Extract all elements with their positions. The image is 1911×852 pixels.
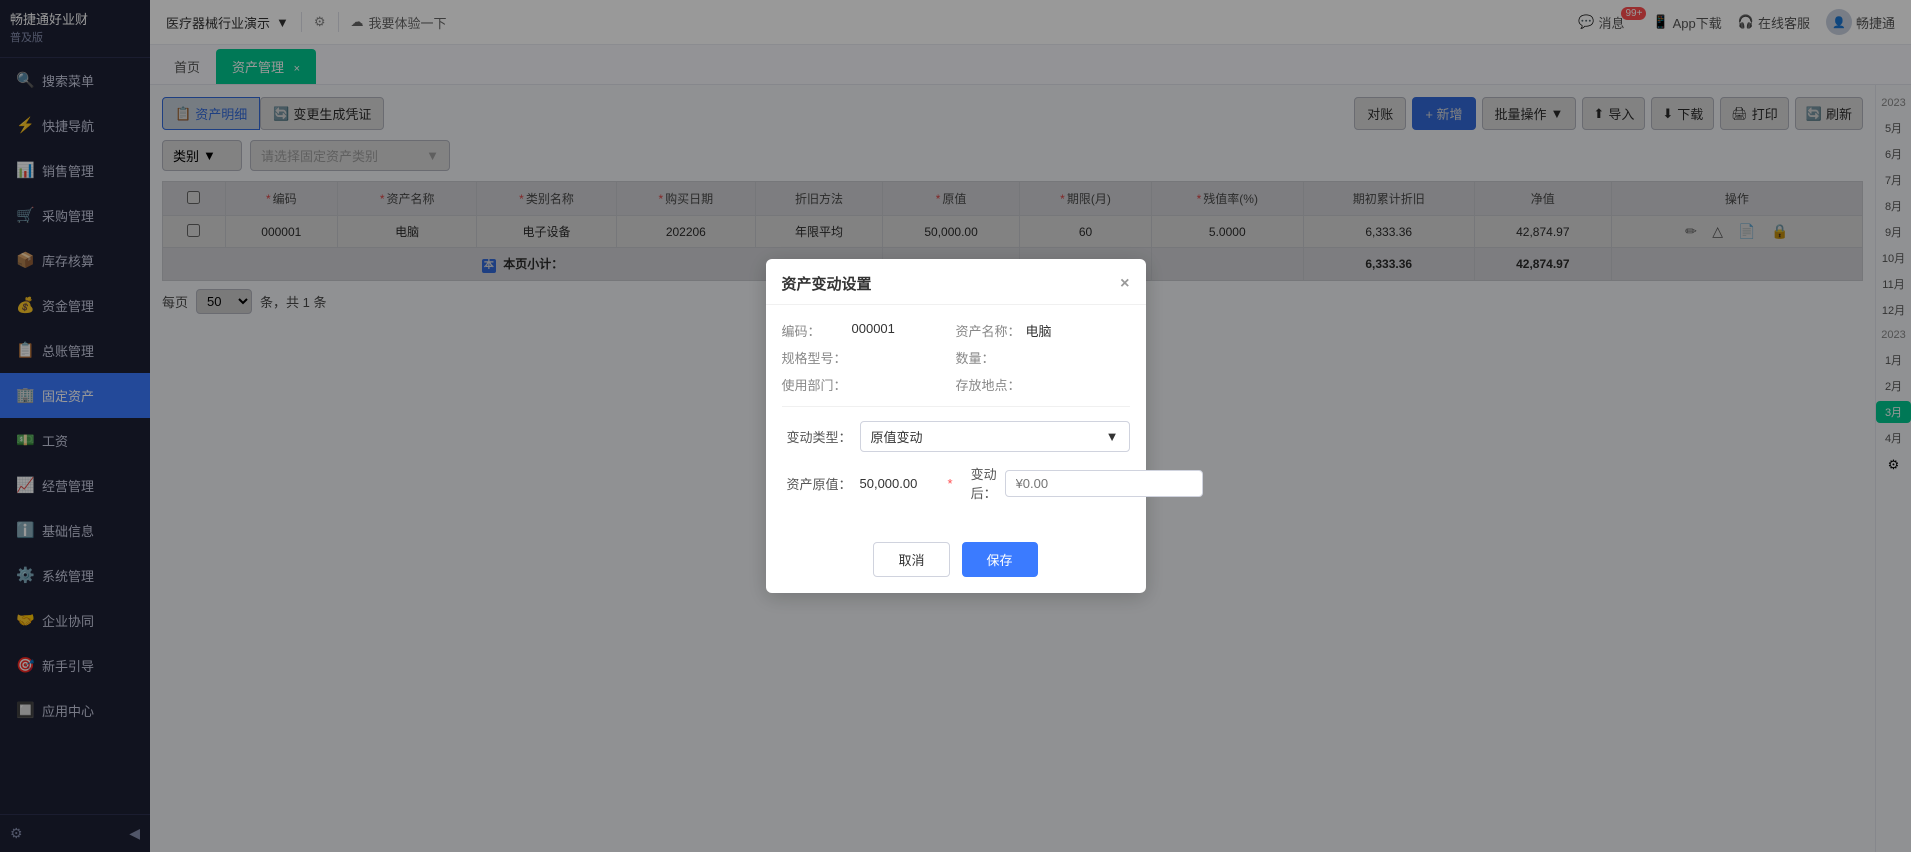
quantity-label: 数量： — [956, 348, 1026, 367]
dialog-title: 资产变动设置 — [782, 273, 872, 294]
dialog-divider — [782, 406, 1130, 407]
location-label: 存放地点： — [956, 375, 1026, 394]
dialog-quantity-field: 数量： — [956, 348, 1130, 367]
dialog-name-field: 资产名称： 电脑 — [956, 321, 1130, 340]
code-label: 编码： — [782, 321, 852, 340]
change-type-arrow-icon: ▼ — [1106, 429, 1119, 444]
name-label: 资产名称： — [956, 321, 1026, 340]
dialog-info-grid: 编码： 000001 资产名称： 电脑 规格型号： 数量： 使用部门： — [782, 321, 1130, 394]
dialog-close-btn[interactable]: × — [1120, 275, 1129, 293]
original-value-display: 50,000.00 — [860, 476, 940, 491]
name-value: 电脑 — [1026, 321, 1052, 340]
original-value-label: 资产原值： — [782, 474, 852, 493]
change-type-row: 变动类型： 原值变动 ▼ — [782, 421, 1130, 452]
original-value-row: 资产原值： 50,000.00 * 变动后： — [782, 464, 1130, 502]
dialog-spec-field: 规格型号： — [782, 348, 956, 367]
required-mark: * — [948, 476, 953, 491]
cancel-button[interactable]: 取消 — [873, 542, 949, 577]
dialog-dept-field: 使用部门： — [782, 375, 956, 394]
dialog-body: 编码： 000001 资产名称： 电脑 规格型号： 数量： 使用部门： — [766, 305, 1146, 530]
after-label: 变动后： — [971, 464, 997, 502]
after-value-input[interactable] — [1005, 470, 1203, 497]
spec-label: 规格型号： — [782, 348, 852, 367]
dialog-overlay: 资产变动设置 × 编码： 000001 资产名称： 电脑 规格型号： 数 — [0, 0, 1911, 852]
change-type-select[interactable]: 原值变动 ▼ — [860, 421, 1130, 452]
save-button[interactable]: 保存 — [962, 542, 1038, 577]
dept-label: 使用部门： — [782, 375, 852, 394]
dialog-footer: 取消 保存 — [766, 530, 1146, 593]
code-value: 000001 — [852, 321, 895, 340]
dialog-header: 资产变动设置 × — [766, 259, 1146, 305]
asset-change-dialog: 资产变动设置 × 编码： 000001 资产名称： 电脑 规格型号： 数 — [766, 259, 1146, 593]
dialog-code-field: 编码： 000001 — [782, 321, 956, 340]
change-type-label: 变动类型： — [782, 427, 852, 446]
dialog-location-field: 存放地点： — [956, 375, 1130, 394]
change-type-value: 原值变动 — [871, 427, 923, 446]
